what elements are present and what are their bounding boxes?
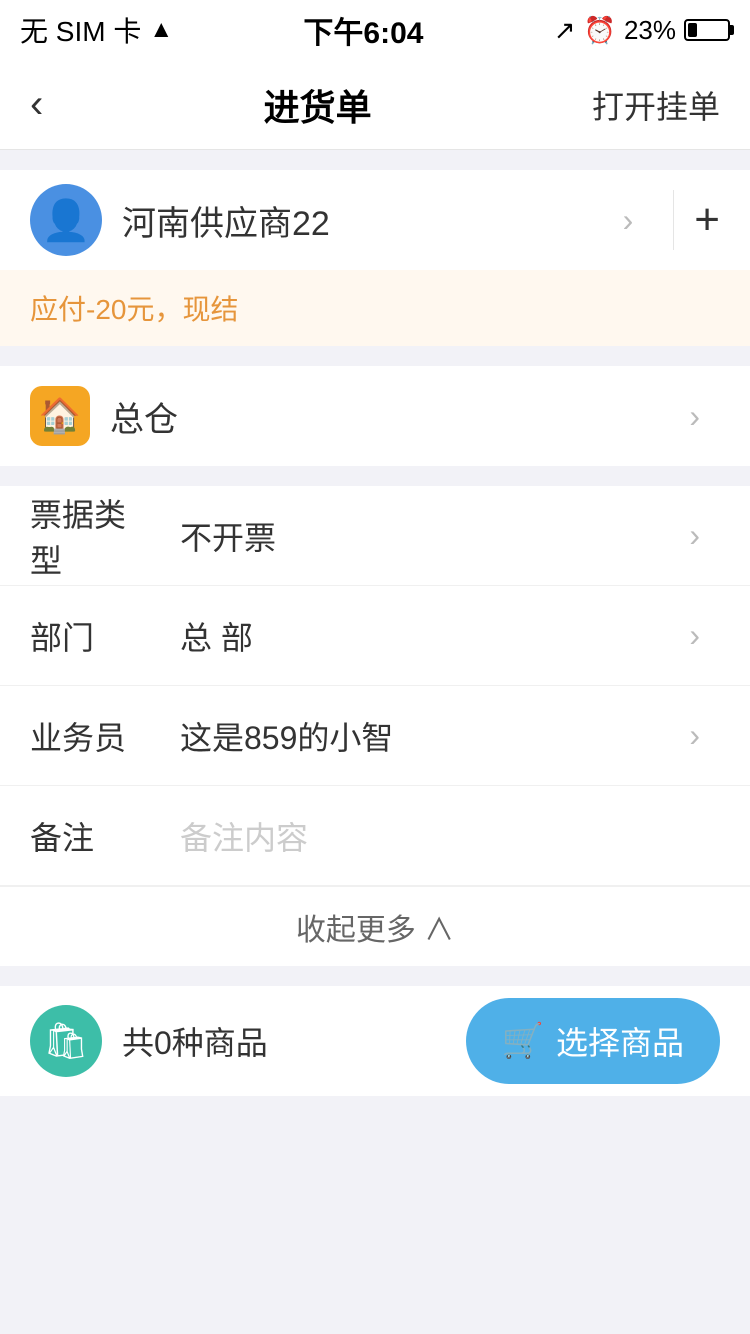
page-title: 进货单	[264, 79, 372, 131]
status-bar: 无 SIM 卡 ▲ 下午6:04 ↗ ⏰ 23%	[0, 0, 750, 60]
staff-label: 业务员	[30, 713, 150, 759]
supplier-row[interactable]: 👤 河南供应商22 › +	[0, 170, 750, 270]
supplier-section: 👤 河南供应商22 › + 应付-20元，现结	[0, 170, 750, 346]
warehouse-icon-wrap: 🏠	[30, 386, 90, 446]
product-icon-wrap: 🛍	[30, 1005, 102, 1077]
department-chevron-icon: ›	[689, 617, 700, 654]
invoice-value: 不开票	[150, 513, 689, 559]
collapse-bar[interactable]: 收起更多 ∧	[0, 886, 750, 966]
warehouse-icon: 🏠	[39, 396, 81, 436]
page-container: 无 SIM 卡 ▲ 下午6:04 ↗ ⏰ 23% ‹ 进货单 打开挂单 👤 河南…	[0, 0, 750, 1334]
select-product-button[interactable]: 🛒 选择商品	[466, 998, 720, 1084]
department-row[interactable]: 部门 总 部 ›	[0, 586, 750, 686]
back-button[interactable]: ‹	[30, 82, 43, 127]
note-input[interactable]: 备注内容	[150, 813, 720, 859]
gap2	[0, 346, 750, 366]
invoice-label: 票据类型	[30, 490, 150, 582]
supplier-chevron-icon: ›	[623, 202, 634, 239]
person-icon: 👤	[41, 197, 91, 244]
battery-icon	[684, 19, 730, 41]
staff-value: 这是859的小智	[150, 713, 689, 759]
invoice-chevron-icon: ›	[689, 517, 700, 554]
warehouse-chevron-icon: ›	[689, 398, 700, 435]
cart-icon: 🛒	[502, 1021, 544, 1061]
product-row: 🛍 共0种商品 🛒 选择商品	[0, 986, 750, 1096]
gap1	[0, 150, 750, 170]
open-pending-button[interactable]: 打开挂单	[592, 82, 720, 128]
product-count: 共0种商品	[122, 1018, 466, 1064]
status-left: 无 SIM 卡 ▲	[20, 10, 173, 50]
note-row[interactable]: 备注 备注内容	[0, 786, 750, 886]
staff-row[interactable]: 业务员 这是859的小智 ›	[0, 686, 750, 786]
invoice-row[interactable]: 票据类型 不开票 ›	[0, 486, 750, 586]
wifi-icon: ▲	[149, 16, 173, 44]
collapse-label: 收起更多 ∧	[296, 905, 454, 949]
supplier-avatar: 👤	[30, 184, 102, 256]
battery-percent: 23%	[624, 15, 676, 46]
divider	[673, 190, 674, 250]
department-label: 部门	[30, 613, 150, 659]
add-supplier-button[interactable]: +	[694, 195, 720, 245]
notice-bar: 应付-20元，现结	[0, 270, 750, 346]
supplier-name: 河南供应商22	[122, 196, 623, 245]
department-value: 总 部	[150, 613, 689, 659]
notice-text: 应付-20元，现结	[30, 294, 238, 325]
warehouse-section: 🏠 总仓 ›	[0, 366, 750, 466]
alarm-icon: ⏰	[584, 15, 616, 46]
nav-bar: ‹ 进货单 打开挂单	[0, 60, 750, 150]
form-section: 票据类型 不开票 › 部门 总 部 › 业务员 这是859的小智 › 备注 备注…	[0, 486, 750, 966]
note-label: 备注	[30, 813, 150, 859]
gap3	[0, 466, 750, 486]
location-icon: ↗	[554, 15, 576, 46]
warehouse-name: 总仓	[110, 392, 689, 441]
select-product-label: 选择商品	[556, 1018, 684, 1064]
product-bag-icon: 🛍	[43, 1020, 89, 1062]
carrier-text: 无 SIM 卡	[20, 10, 141, 50]
staff-chevron-icon: ›	[689, 717, 700, 754]
warehouse-row[interactable]: 🏠 总仓 ›	[0, 366, 750, 466]
status-time: 下午6:04	[303, 8, 423, 52]
status-right: ↗ ⏰ 23%	[554, 15, 730, 46]
